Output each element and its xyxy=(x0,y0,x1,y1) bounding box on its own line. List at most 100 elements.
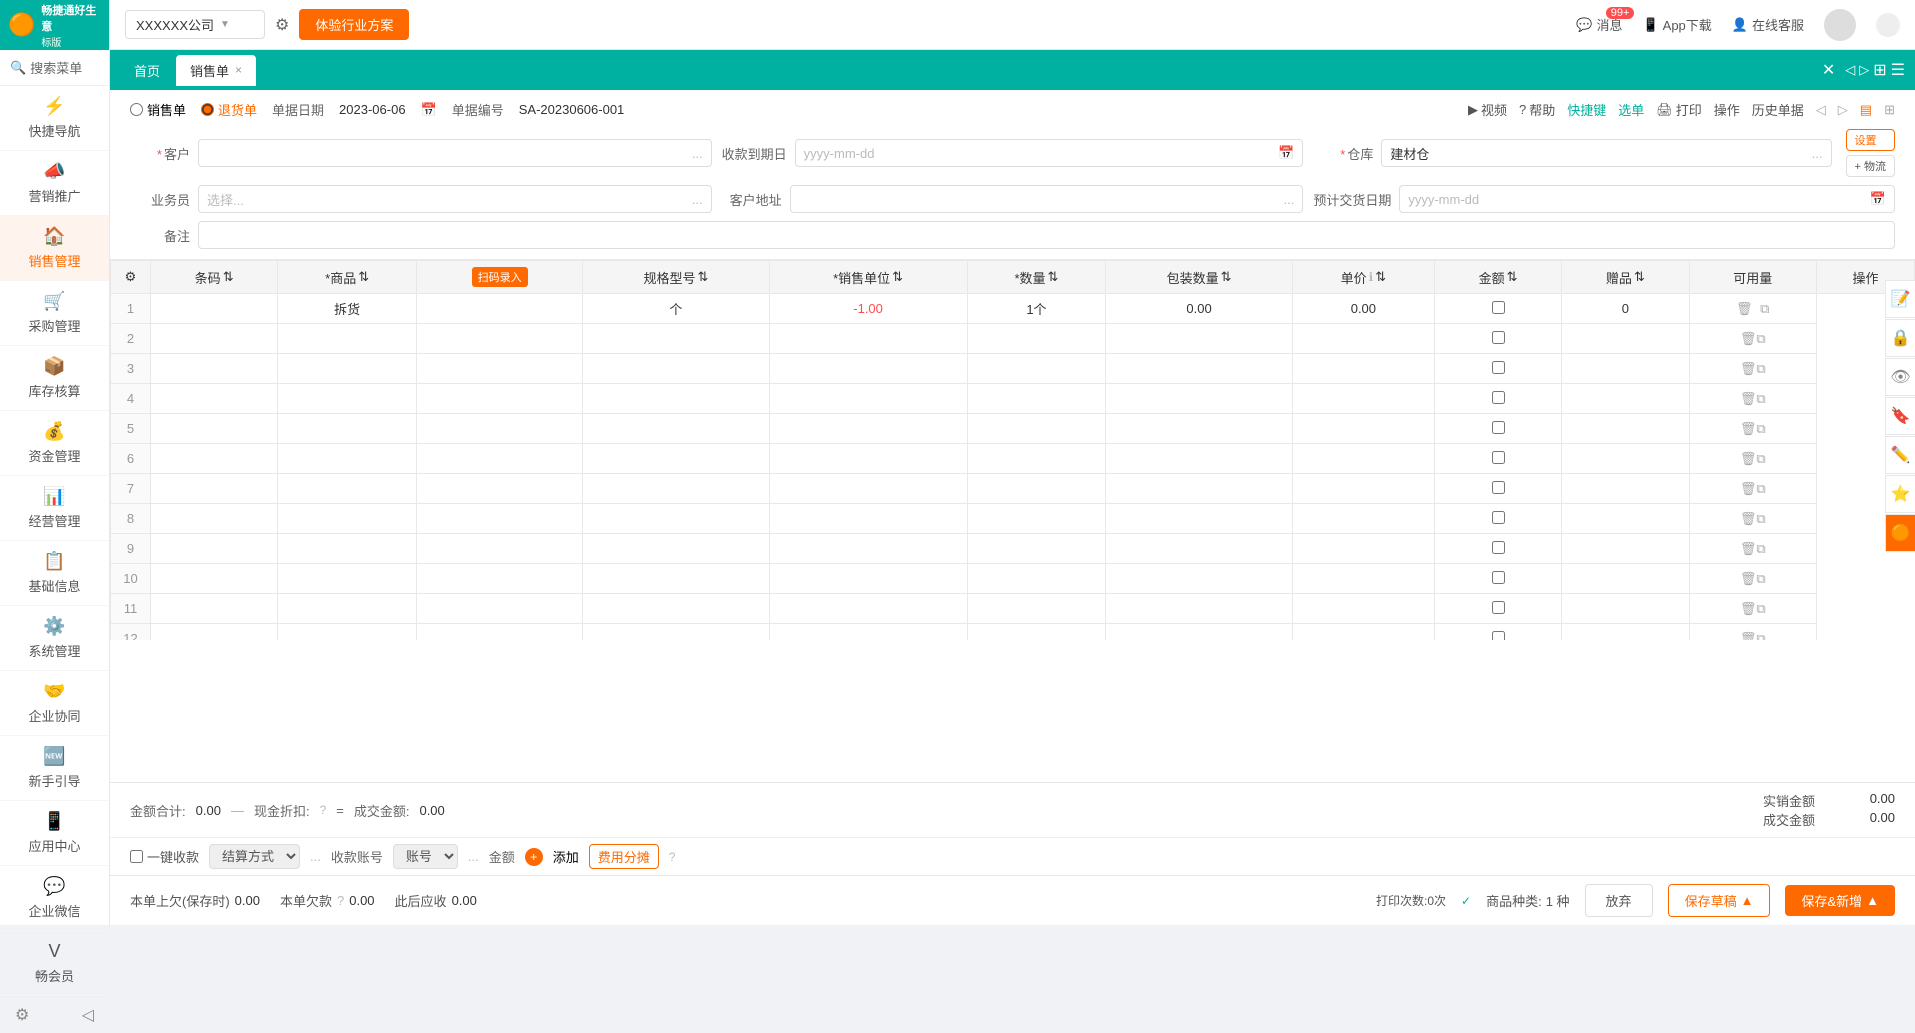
one-click-payment-check[interactable]: 一键收款 xyxy=(130,847,199,866)
notes-input[interactable] xyxy=(198,221,1895,249)
delete-icon[interactable]: 🗑 xyxy=(1740,391,1757,406)
toolbar-operate[interactable]: 操作 xyxy=(1714,100,1740,119)
rp-orange-icon[interactable]: 🟠 xyxy=(1885,514,1915,552)
delete-icon[interactable]: 🗑 xyxy=(1740,451,1757,466)
cell-unit-1[interactable]: 个 xyxy=(583,294,769,324)
delete-icon-1[interactable]: 🗑 xyxy=(1736,301,1753,316)
sidebar-item-appcenter[interactable]: 📱 应用中心 xyxy=(0,801,109,866)
user-avatar2[interactable] xyxy=(1876,13,1900,37)
total-owe-help-icon[interactable]: ? xyxy=(337,893,344,908)
radio-sales-order[interactable]: 销售单 xyxy=(130,100,186,119)
logistics-button[interactable]: + 物流 xyxy=(1846,155,1895,177)
cell-qty-1[interactable]: -1.00 xyxy=(769,294,967,324)
nav-back-icon[interactable]: ◁ xyxy=(1816,102,1826,118)
message-button[interactable]: 💬 消息 99+ xyxy=(1576,15,1622,34)
rp-lock-icon[interactable]: 🔒 xyxy=(1885,319,1915,357)
copy-icon[interactable]: ⧉ xyxy=(1756,511,1765,526)
cell-barcode-1[interactable] xyxy=(151,294,278,324)
table-layout-icon[interactable]: ▤ xyxy=(1860,102,1872,118)
due-date-input[interactable]: yyyy-mm-dd 📅 xyxy=(795,139,1304,167)
cell-amount-1[interactable]: 0.00 xyxy=(1292,294,1434,324)
nav-forward-icon[interactable]: ▷ xyxy=(1838,102,1848,118)
close-all-tabs-icon[interactable]: ✕ xyxy=(1822,60,1835,80)
delivery-date-input[interactable]: yyyy-mm-dd 📅 xyxy=(1399,185,1895,213)
th-scan[interactable]: 扫码录入 xyxy=(417,261,583,294)
sidebar-item-operation[interactable]: 📊 经营管理 xyxy=(0,476,109,541)
sidebar-item-member[interactable]: V 畅会员 xyxy=(0,931,109,996)
tab-close-icon[interactable]: × xyxy=(235,63,242,77)
copy-icon[interactable]: ⧉ xyxy=(1756,631,1765,641)
th-gift[interactable]: 赠品⇅ xyxy=(1562,261,1689,294)
th-goods[interactable]: *商品⇅ xyxy=(278,261,417,294)
sidebar-item-purchase[interactable]: 🛒 采购管理 xyxy=(0,281,109,346)
account-select[interactable]: 账号 xyxy=(393,844,458,869)
cell-pack-qty-1[interactable]: 1个 xyxy=(967,294,1106,324)
sidebar-collapse-icon[interactable]: ◁ xyxy=(82,1005,94,1025)
save-new-button[interactable]: 保存&新增 ▲ xyxy=(1785,885,1895,916)
discount-help-icon[interactable]: ? xyxy=(320,803,327,817)
copy-icon[interactable]: ⧉ xyxy=(1756,331,1765,346)
toolbar-shortcut[interactable]: 快捷键 xyxy=(1567,100,1606,119)
tab-sales-order[interactable]: 销售单 × xyxy=(176,55,256,86)
sidebar-item-basic[interactable]: 📋 基础信息 xyxy=(0,541,109,606)
fenyong-button[interactable]: 费用分摊 xyxy=(589,844,659,869)
th-amount[interactable]: 金额⇅ xyxy=(1434,261,1561,294)
nav-prev-icon[interactable]: ◁ xyxy=(1845,62,1855,78)
card-layout-icon[interactable]: ⊞ xyxy=(1884,102,1895,118)
cell-gift-1[interactable] xyxy=(1434,294,1561,324)
delete-icon[interactable]: 🗑 xyxy=(1740,601,1757,616)
delete-icon[interactable]: 🗑 xyxy=(1740,361,1757,376)
save-draft-button[interactable]: 保存草稿 ▲ xyxy=(1668,884,1771,917)
topbar-settings-icon[interactable]: ⚙ xyxy=(275,15,289,35)
online-service-button[interactable]: 👤 在线客服 xyxy=(1732,15,1804,34)
rp-bookmark-icon[interactable]: 🔖 xyxy=(1885,397,1915,435)
sidebar-item-capital[interactable]: 💰 资金管理 xyxy=(0,411,109,476)
copy-icon[interactable]: ⧉ xyxy=(1756,541,1765,556)
th-unit-price[interactable]: 单价ℹ⇅ xyxy=(1292,261,1434,294)
sidebar-settings-icon[interactable]: ⚙ xyxy=(15,1005,29,1025)
cell-unit-price-1[interactable]: 0.00 xyxy=(1106,294,1292,324)
copy-icon[interactable]: ⧉ xyxy=(1756,391,1765,406)
toolbar-print[interactable]: 🖨 打印 xyxy=(1656,100,1702,119)
scan-button[interactable]: 扫码录入 xyxy=(472,267,528,287)
settings-button[interactable]: 设置 xyxy=(1846,129,1895,151)
delete-icon[interactable]: 🗑 xyxy=(1740,511,1757,526)
th-pack-qty[interactable]: 包装数量⇅ xyxy=(1106,261,1292,294)
sidebar-item-guide[interactable]: 🆕 新手引导 xyxy=(0,736,109,801)
nav-next-icon[interactable]: ▷ xyxy=(1859,62,1869,78)
delete-icon[interactable]: 🗑 xyxy=(1740,331,1757,346)
th-spec[interactable]: 规格型号⇅ xyxy=(583,261,769,294)
th-settings[interactable]: ⚙ xyxy=(111,261,151,294)
delete-icon[interactable]: 🗑 xyxy=(1740,571,1757,586)
delete-icon[interactable]: 🗑 xyxy=(1740,541,1757,556)
toolbar-select[interactable]: 选单 xyxy=(1618,100,1644,119)
sidebar-item-marketing[interactable]: 📣 营销推广 xyxy=(0,151,109,216)
th-qty[interactable]: *数量⇅ xyxy=(967,261,1106,294)
copy-icon[interactable]: ⧉ xyxy=(1756,481,1765,496)
warehouse-input[interactable]: 建材仓 ... xyxy=(1381,139,1831,167)
company-selector[interactable]: XXXXXX公司 ▼ xyxy=(125,10,265,39)
copy-icon[interactable]: ⧉ xyxy=(1756,361,1765,376)
customer-input[interactable]: ... xyxy=(198,139,712,167)
copy-icon[interactable]: ⧉ xyxy=(1756,571,1765,586)
user-avatar[interactable] xyxy=(1824,9,1856,41)
grid-view-icon[interactable]: ⊞ xyxy=(1873,60,1886,80)
toolbar-help[interactable]: ? 帮助 xyxy=(1519,100,1555,119)
toolbar-video[interactable]: ▶ 视频 xyxy=(1468,100,1507,119)
rp-note-icon[interactable]: 📝 xyxy=(1885,280,1915,318)
add-payment-button[interactable]: + xyxy=(525,848,543,866)
delete-icon[interactable]: 🗑 xyxy=(1740,631,1757,641)
toolbar-history[interactable]: 历史单据 xyxy=(1752,100,1804,119)
cell-spec-1[interactable] xyxy=(417,294,583,324)
app-download-button[interactable]: 📱 App下载 xyxy=(1642,15,1711,34)
sidebar-item-enterprise[interactable]: 🤝 企业协同 xyxy=(0,671,109,736)
sidebar-item-wechat[interactable]: 💬 企业微信 xyxy=(0,866,109,931)
tab-home[interactable]: 首页 xyxy=(120,55,174,86)
rp-edit-icon[interactable]: ✏️ xyxy=(1885,436,1915,474)
copy-icon[interactable]: ⧉ xyxy=(1756,451,1765,466)
sidebar-item-system[interactable]: ⚙️ 系统管理 xyxy=(0,606,109,671)
sidebar-search[interactable]: 🔍 搜索菜单 xyxy=(0,50,109,86)
experience-button[interactable]: 体验行业方案 xyxy=(299,9,409,40)
customer-addr-input[interactable]: ... xyxy=(790,185,1304,213)
salesman-input[interactable]: 选择... ... xyxy=(198,185,712,213)
